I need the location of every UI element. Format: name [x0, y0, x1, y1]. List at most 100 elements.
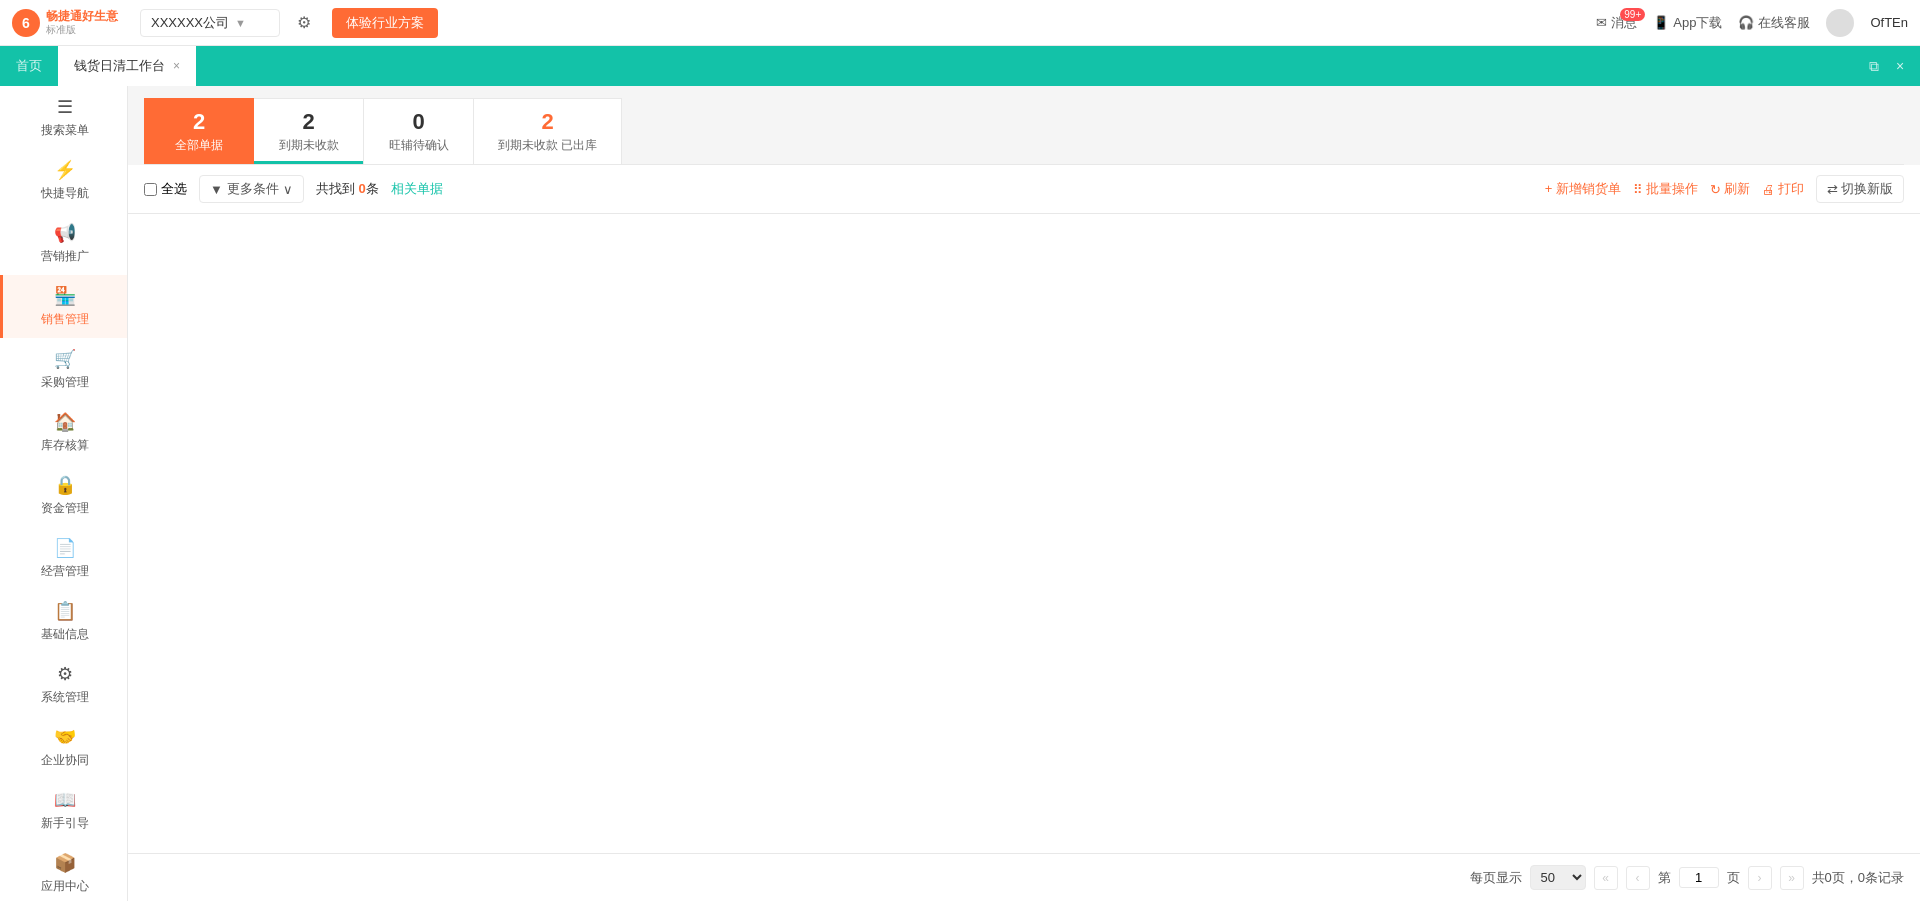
sidebar-item-system[interactable]: ⚙ 系统管理	[0, 653, 127, 716]
sidebar-item-enterprise-coop[interactable]: 🤝 企业协同	[0, 716, 127, 779]
window-restore-button[interactable]: ⧉	[1862, 54, 1886, 78]
gear-icon: ⚙	[297, 13, 311, 32]
nav-tabs: 首页 钱货日清工作台 × ⧉ ×	[0, 46, 1920, 86]
refresh-button[interactable]: ↻ 刷新	[1710, 180, 1750, 198]
sidebar-item-quick-nav[interactable]: ⚡ 快捷导航	[0, 149, 127, 212]
page-number-input[interactable]	[1679, 867, 1719, 888]
print-button[interactable]: 🖨 打印	[1762, 180, 1804, 198]
avatar[interactable]	[1826, 9, 1854, 37]
window-close-button[interactable]: ×	[1888, 54, 1912, 78]
service-icon: 🎧	[1738, 15, 1754, 30]
purchase-icon: 🛒	[54, 348, 76, 370]
found-number: 0	[359, 181, 366, 196]
total-info: 共0页，0条记录	[1812, 869, 1904, 887]
summary-tab-pending-confirm[interactable]: 0 旺辅待确认	[364, 98, 474, 164]
logo-icon: 6	[12, 9, 40, 37]
sidebar-item-finance[interactable]: 🔒 资金管理	[0, 464, 127, 527]
message-button[interactable]: ✉ 消息 99+	[1596, 14, 1637, 32]
logo-text: 畅捷通好生意 标准版	[46, 9, 118, 35]
tab-home[interactable]: 首页	[0, 46, 58, 86]
filter-button[interactable]: ▼ 更多条件 ∨	[199, 175, 304, 203]
batch-operation-button[interactable]: ⠿ 批量操作	[1633, 180, 1698, 198]
restore-icon: ⧉	[1869, 58, 1879, 75]
tab-count-overdue-unshipped: 2	[542, 109, 554, 135]
logo-title: 畅捷通好生意	[46, 9, 118, 23]
tab-close-icon[interactable]: ×	[173, 59, 180, 73]
switch-icon: ⇄	[1827, 182, 1838, 197]
home-tab-label: 首页	[16, 57, 42, 75]
experience-button[interactable]: 体验行业方案	[332, 8, 438, 38]
sidebar-label-inventory: 库存核算	[41, 437, 89, 454]
settings-button[interactable]: ⚙	[288, 7, 320, 39]
tab-count-pending-confirm: 0	[412, 109, 424, 135]
prev-page-button[interactable]: ‹	[1626, 866, 1650, 890]
sidebar-item-purchase[interactable]: 🛒 采购管理	[0, 338, 127, 401]
enterprise-coop-icon: 🤝	[54, 726, 76, 748]
sidebar-label-search-menu: 搜索菜单	[41, 122, 89, 139]
refresh-icon: ↻	[1710, 182, 1721, 197]
sidebar-item-sales[interactable]: 🏪 销售管理	[0, 275, 127, 338]
summary-wrapper: 2 全部单据 2 到期未收款 0 旺辅待确认 2 到期未收款 已出库	[128, 86, 1920, 165]
sidebar-label-guide: 新手引导	[41, 815, 89, 832]
tab-label-all: 全部单据	[175, 137, 223, 154]
sidebar-label-sales: 销售管理	[41, 311, 89, 328]
tab-indicator	[254, 161, 363, 164]
next-page-button[interactable]: ›	[1748, 866, 1772, 890]
sidebar-item-app-center[interactable]: 📦 应用中心	[0, 842, 127, 901]
tab-count-overdue-unpaid: 2	[302, 109, 314, 135]
online-service-label: 在线客服	[1758, 14, 1810, 32]
online-service-button[interactable]: 🎧 在线客服	[1738, 14, 1810, 32]
per-page-select[interactable]: 50 10 20 100	[1530, 865, 1586, 890]
company-name: XXXXXX公司	[151, 14, 229, 32]
sidebar-label-finance: 资金管理	[41, 500, 89, 517]
inventory-icon: 🏠	[54, 411, 76, 433]
summary-tab-all[interactable]: 2 全部单据	[144, 98, 254, 164]
sidebar-label-operations: 经营管理	[41, 563, 89, 580]
summary-tab-overdue-unshipped[interactable]: 2 到期未收款 已出库	[474, 98, 622, 164]
sidebar: ☰ 搜索菜单 ⚡ 快捷导航 📢 营销推广 🏪 销售管理 🛒 采购管理 🏠 库存核…	[0, 86, 128, 901]
toolbar: 全选 ▼ 更多条件 ∨ 共找到 0条 相关单据 + 新增销货单 ⠿ 批量操作 ↻…	[128, 165, 1920, 214]
tab-label-pending-confirm: 旺辅待确认	[389, 137, 449, 154]
company-selector[interactable]: XXXXXX公司 ▼	[140, 9, 280, 37]
tab-active[interactable]: 钱货日清工作台 ×	[58, 46, 196, 86]
select-all-checkbox[interactable]	[144, 183, 157, 196]
message-icon: ✉	[1596, 15, 1607, 30]
app-center-icon: 📦	[54, 852, 76, 874]
quick-nav-icon: ⚡	[54, 159, 76, 181]
first-page-button[interactable]: «	[1594, 866, 1618, 890]
page-label-end: 页	[1727, 869, 1740, 887]
summary-tab-overdue-unpaid[interactable]: 2 到期未收款	[254, 98, 364, 164]
print-label: 打印	[1778, 180, 1804, 198]
sidebar-label-app-center: 应用中心	[41, 878, 89, 895]
sidebar-label-purchase: 采购管理	[41, 374, 89, 391]
sidebar-label-enterprise-coop: 企业协同	[41, 752, 89, 769]
username[interactable]: OfTEn	[1870, 15, 1908, 30]
app-download-button[interactable]: 📱 App下载	[1653, 14, 1722, 32]
marketing-icon: 📢	[54, 222, 76, 244]
select-all-checkbox-area[interactable]: 全选	[144, 180, 187, 198]
page-label: 第	[1658, 869, 1671, 887]
main-layout: ☰ 搜索菜单 ⚡ 快捷导航 📢 营销推广 🏪 销售管理 🛒 采购管理 🏠 库存核…	[0, 86, 1920, 901]
prev-page-icon: ‹	[1636, 871, 1640, 885]
tab-count-all: 2	[193, 109, 205, 135]
last-page-icon: »	[1788, 871, 1795, 885]
last-page-button[interactable]: »	[1780, 866, 1804, 890]
filter-label: 更多条件	[227, 180, 279, 198]
switch-version-button[interactable]: ⇄ 切换新版	[1816, 175, 1904, 203]
table-area	[128, 214, 1920, 853]
topbar-right: ✉ 消息 99+ 📱 App下载 🎧 在线客服 OfTEn	[1596, 9, 1908, 37]
sidebar-item-basic-info[interactable]: 📋 基础信息	[0, 590, 127, 653]
sidebar-label-basic-info: 基础信息	[41, 626, 89, 643]
sidebar-item-guide[interactable]: 📖 新手引导	[0, 779, 127, 842]
sidebar-item-marketing[interactable]: 📢 营销推广	[0, 212, 127, 275]
batch-icon: ⠿	[1633, 182, 1643, 197]
filter-chevron-icon: ∨	[283, 182, 293, 197]
search-menu-icon: ☰	[57, 96, 73, 118]
sidebar-label-marketing: 营销推广	[41, 248, 89, 265]
sidebar-item-search-menu[interactable]: ☰ 搜索菜单	[0, 86, 127, 149]
sidebar-item-operations[interactable]: 📄 经营管理	[0, 527, 127, 590]
sidebar-item-inventory[interactable]: 🏠 库存核算	[0, 401, 127, 464]
per-page-label: 每页显示	[1470, 869, 1522, 887]
related-orders-link[interactable]: 相关单据	[391, 180, 443, 198]
add-sales-order-button[interactable]: + 新增销货单	[1545, 180, 1621, 198]
